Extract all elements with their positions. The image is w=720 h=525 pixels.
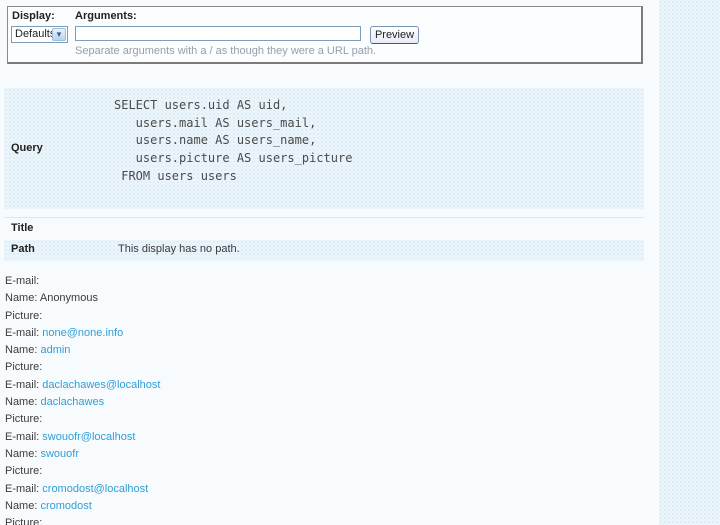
- select-arrow-icon[interactable]: ▼: [52, 28, 66, 41]
- field-label: Name:: [5, 499, 41, 512]
- field-name: Name: swouofr: [5, 446, 655, 463]
- email-link[interactable]: none@none.info: [42, 327, 123, 339]
- preview-button[interactable]: Preview: [370, 26, 419, 44]
- list-item: E-mail: swouofr@localhost Name: swouofr Pi…: [5, 429, 655, 481]
- field-label: E-mail:: [5, 430, 43, 443]
- field-label: Name:: [5, 292, 40, 305]
- path-value: This display has no path.: [118, 243, 240, 255]
- name-link[interactable]: swouofr: [40, 448, 79, 460]
- name-link[interactable]: daclachawes: [40, 396, 104, 408]
- query-label: Query: [11, 141, 43, 154]
- field-picture: Picture:: [5, 308, 655, 325]
- email-link[interactable]: swouofr@localhost: [42, 431, 135, 443]
- views-preview-page: Display: Defaults ▼ Arguments: Preview S…: [0, 0, 720, 525]
- display-selected-value: Defaults: [15, 28, 56, 40]
- title-label: Title: [11, 222, 34, 234]
- field-picture: Picture:: [5, 359, 655, 376]
- field-name: Name: admin: [5, 342, 655, 359]
- path-row: Path This display has no path.: [4, 240, 644, 261]
- results-list: E-mail: Name: Anonymous Picture: E-mail: …: [5, 273, 655, 525]
- field-label: Name:: [5, 344, 41, 357]
- field-label: Name:: [5, 396, 41, 409]
- display-label: Display:: [12, 10, 55, 22]
- query-sql: SELECT users.uid AS uid, users.mail AS u…: [114, 98, 353, 183]
- arguments-label: Arguments:: [75, 10, 137, 22]
- field-label: Picture:: [5, 517, 43, 525]
- field-label: E-mail:: [5, 482, 43, 495]
- title-row: Title: [4, 218, 644, 240]
- field-email: E-mail: none@none.info: [5, 325, 655, 342]
- list-item: E-mail: cromodost@localhost Name: cromodo…: [5, 481, 655, 525]
- field-label: Name:: [5, 447, 41, 460]
- list-item: E-mail: daclachawes@localhost Name: dacla…: [5, 377, 655, 429]
- field-name: Name: daclachawes: [5, 394, 655, 411]
- field-name: Name: cromodost: [5, 498, 655, 515]
- field-picture: Picture:: [5, 463, 655, 480]
- name-link[interactable]: admin: [40, 344, 70, 356]
- arguments-input[interactable]: [75, 26, 361, 41]
- field-email: E-mail:: [5, 273, 655, 290]
- background-texture: [659, 0, 720, 525]
- field-label: Picture:: [5, 413, 43, 426]
- arguments-help-text: Separate arguments with a / as though th…: [75, 45, 377, 57]
- field-picture: Picture:: [5, 515, 655, 525]
- list-item: E-mail: none@none.info Name: admin Picture…: [5, 325, 655, 377]
- field-email: E-mail: swouofr@localhost: [5, 429, 655, 446]
- field-label: Picture:: [5, 361, 43, 374]
- path-label: Path: [11, 243, 35, 255]
- field-value: Anonymous: [39, 292, 98, 305]
- field-name: Name: Anonymous: [5, 290, 655, 307]
- field-label: Picture:: [5, 309, 43, 322]
- field-email: E-mail: daclachawes@localhost: [5, 377, 655, 394]
- field-picture: Picture:: [5, 411, 655, 428]
- field-label: E-mail:: [5, 275, 40, 287]
- field-email: E-mail: cromodost@localhost: [5, 481, 655, 498]
- list-item: E-mail: Name: Anonymous Picture:: [5, 273, 655, 325]
- field-label: E-mail:: [5, 378, 43, 391]
- preview-controls-panel: Display: Defaults ▼ Arguments: Preview S…: [7, 6, 643, 64]
- display-select[interactable]: Defaults ▼: [11, 26, 68, 43]
- name-link[interactable]: cromodost: [40, 500, 91, 512]
- field-label: Picture:: [5, 465, 43, 478]
- field-label: E-mail:: [5, 326, 43, 339]
- email-link[interactable]: cromodost@localhost: [42, 483, 148, 495]
- email-link[interactable]: daclachawes@localhost: [42, 379, 160, 391]
